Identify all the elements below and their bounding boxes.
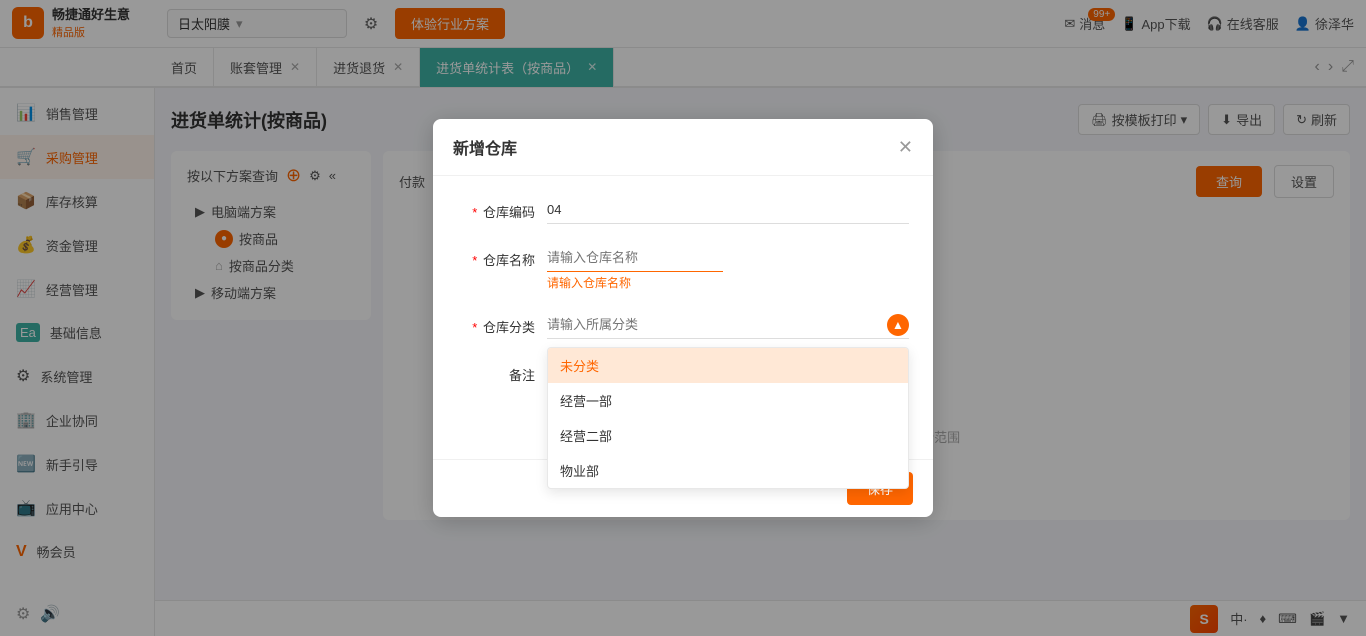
form-row-category: * 仓库分类 ▲ 未分类 经营一部 经营二部 物业部 [457,311,909,339]
dropdown-item-property[interactable]: 物业部 [548,453,908,488]
name-label: * 仓库名称 [457,244,547,269]
dropdown-item-dept2[interactable]: 经营二部 [548,418,908,453]
dropdown-item-uncategorized[interactable]: 未分类 [548,348,908,383]
form-row-name: * 仓库名称 请输入仓库名称 [457,244,909,291]
code-input[interactable] [547,196,909,224]
modal-body: * 仓库编码 * 仓库名称 请输入仓库名称 * [433,176,933,459]
modal-overlay: 新增仓库 ✕ * 仓库编码 * 仓库名称 [0,0,1366,636]
code-label: * 仓库编码 [457,196,547,221]
modal-title: 新增仓库 [453,135,517,159]
remark-label: 备注 [457,359,547,384]
modal-header: 新增仓库 ✕ [433,119,933,176]
category-dropdown: ▲ 未分类 经营一部 经营二部 物业部 [547,311,909,339]
name-error-msg: 请输入仓库名称 [547,274,631,291]
modal-close-button[interactable]: ✕ [898,137,913,158]
category-dropdown-menu: 未分类 经营一部 经营二部 物业部 [547,347,909,489]
category-dropdown-toggle[interactable]: ▲ [887,314,909,336]
category-label: * 仓库分类 [457,311,547,336]
new-warehouse-modal: 新增仓库 ✕ * 仓库编码 * 仓库名称 [433,119,933,517]
dropdown-item-dept1[interactable]: 经营一部 [548,383,908,418]
name-input[interactable] [547,244,723,272]
category-input[interactable] [547,311,909,339]
form-row-code: * 仓库编码 [457,196,909,224]
